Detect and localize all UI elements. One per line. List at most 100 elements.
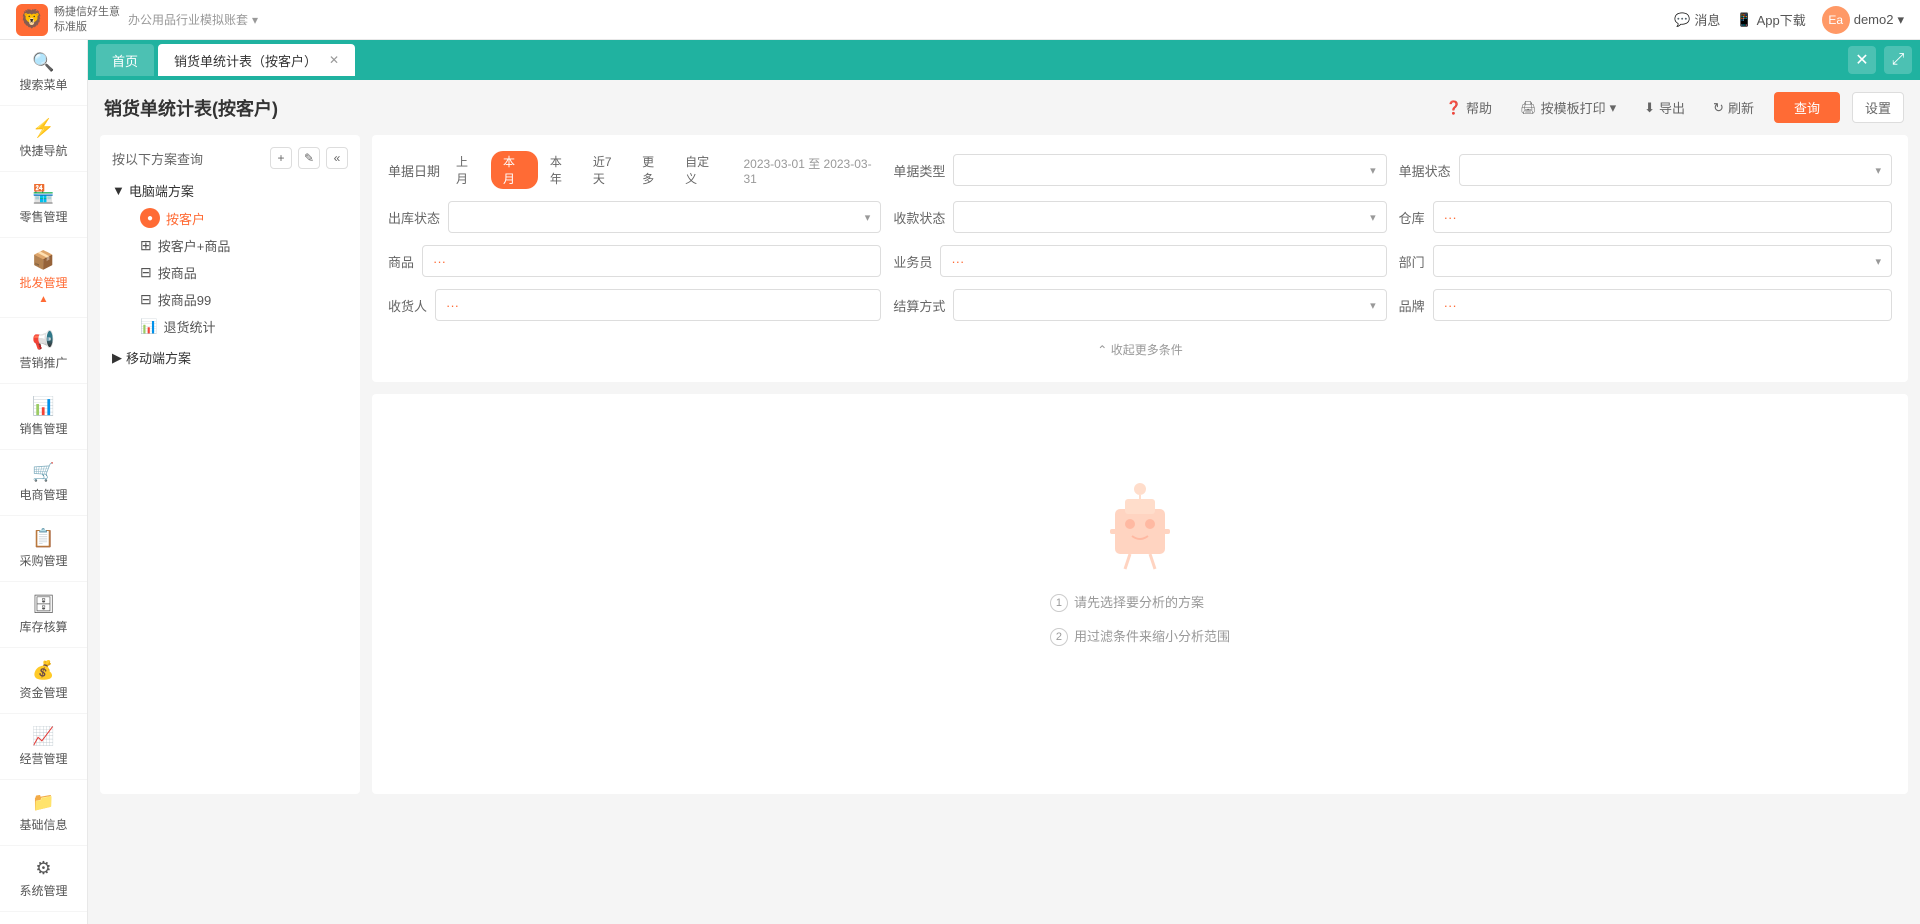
scheme-item-return-stat[interactable]: 📊 退货统计	[112, 313, 348, 340]
inventory-icon: 🗄	[4, 594, 83, 615]
sidebar-item-enterprise[interactable]: 🤝 企业协同	[0, 912, 87, 924]
sidebar-item-ecommerce[interactable]: 🛒 电商管理	[0, 450, 87, 516]
sidebar-item-quick-nav[interactable]: ⚡ 快捷导航	[0, 106, 87, 172]
ecommerce-icon: 🛒	[4, 462, 83, 483]
avatar: Ea	[1822, 6, 1850, 34]
export-button[interactable]: ⬇ 导出	[1636, 94, 1693, 121]
sidebar-item-retail[interactable]: 🏪 零售管理	[0, 172, 87, 238]
sidebar-item-purchase[interactable]: 📋 采购管理	[0, 516, 87, 582]
out-status-chevron: ▾	[865, 211, 871, 224]
date-tab-this-year[interactable]: 本年	[542, 151, 581, 189]
date-tab-more[interactable]: 更多	[634, 151, 673, 189]
user-menu[interactable]: Ea demo2 ▾	[1822, 6, 1904, 34]
tab-close-button[interactable]: ✕	[329, 53, 339, 67]
filter-out-status-cell: 出库状态 ▾	[388, 201, 881, 233]
date-tabs: 上月 本月 本年 近7天 更多 自定义	[448, 151, 727, 189]
sidebar-item-operation[interactable]: 📈 经营管理	[0, 714, 87, 780]
message-icon: 💬	[1674, 12, 1690, 28]
collapse-row: ⌃ 收起更多条件	[388, 333, 1892, 366]
filter-warehouse-cell: 仓库 ···	[1399, 201, 1892, 233]
marketing-icon: 📢	[4, 330, 83, 351]
date-tab-7days[interactable]: 近7天	[585, 151, 630, 189]
page-actions: ❓ 帮助 🖨 按模板打印 ▾ ⬇ 导出 ↻	[1438, 92, 1904, 123]
tab-bar: 首页 销货单统计表（按客户） ✕ ✕ ⤢	[88, 40, 1920, 80]
date-tab-this-month[interactable]: 本月	[491, 151, 538, 189]
template-print-button[interactable]: 🖨 按模板打印 ▾	[1512, 94, 1624, 121]
order-status-label: 单据状态	[1399, 161, 1451, 180]
collapse-button[interactable]: ⌃ 收起更多条件	[1097, 343, 1182, 357]
help-icon: ❓	[1446, 100, 1462, 116]
order-type-label: 单据类型	[893, 161, 945, 180]
empty-illustration	[1090, 474, 1190, 574]
sidebar-item-system[interactable]: ⚙ 系统管理	[0, 846, 87, 912]
scheme-item-by-customer-goods[interactable]: ⊞ 按客户+商品	[112, 232, 348, 259]
sidebar: 🔍 搜索菜单 ⚡ 快捷导航 🏪 零售管理 📦 批发管理 ▲ 📢 营销推广 �	[0, 40, 88, 924]
filter-row-1: 单据日期 上月 本月 本年 近7天 更多 自定义	[388, 151, 1892, 189]
refresh-icon: ↻	[1713, 100, 1724, 116]
page-title: 销货单统计表(按客户)	[104, 95, 278, 121]
logo-text: 畅捷信好生意 标准版	[54, 5, 120, 34]
scheme-collapse-button[interactable]: «	[326, 147, 348, 169]
return-stat-icon: 📊	[140, 318, 157, 335]
filter-settlement-cell: 结算方式 ▾	[893, 289, 1386, 321]
tree-group-pc-title[interactable]: ▼ 电脑端方案	[112, 177, 348, 204]
sidebar-item-wholesale[interactable]: 📦 批发管理 ▲	[0, 238, 87, 318]
dept-select[interactable]: ▾	[1433, 245, 1892, 277]
out-status-select[interactable]: ▾	[448, 201, 881, 233]
scheme-item-by-goods[interactable]: ⊟ 按商品	[112, 259, 348, 286]
tab-home[interactable]: 首页	[96, 44, 154, 76]
order-status-select[interactable]: ▾	[1459, 154, 1892, 186]
consignee-select[interactable]: ···	[435, 289, 881, 321]
empty-state: 1 请先选择要分析的方案 2 用过滤条件来缩小分析范围	[372, 394, 1908, 730]
tab-sales-stat[interactable]: 销货单统计表（按客户） ✕	[158, 44, 355, 76]
payment-status-select[interactable]: ▾	[953, 201, 1386, 233]
refresh-button[interactable]: ↻ 刷新	[1705, 94, 1762, 121]
date-tab-last-month[interactable]: 上月	[448, 151, 487, 189]
sidebar-item-sales[interactable]: 📊 销售管理	[0, 384, 87, 450]
brand-select[interactable]: ···	[1433, 289, 1892, 321]
filter-order-status-cell: 单据状态 ▾	[1399, 154, 1892, 186]
salesperson-select[interactable]: ···	[940, 245, 1386, 277]
sidebar-item-marketing[interactable]: 📢 营销推广	[0, 318, 87, 384]
scheme-item-by-goods-99[interactable]: ⊟ 按商品99	[112, 286, 348, 313]
filter-payment-status-cell: 收款状态 ▾	[893, 201, 1386, 233]
tab-minimize-button[interactable]: ✕	[1848, 46, 1876, 74]
payment-status-chevron: ▾	[1370, 211, 1376, 224]
sidebar-item-search[interactable]: 🔍 搜索菜单	[0, 40, 87, 106]
tree-group-mobile-title[interactable]: ▶ 移动端方案	[112, 344, 348, 371]
date-tab-custom[interactable]: 自定义	[677, 151, 727, 189]
query-button[interactable]: 查询	[1774, 92, 1840, 123]
scheme-tree: ▼ 电脑端方案 ● 按客户 ⊞ 按客户+商品	[112, 177, 348, 371]
settlement-select[interactable]: ▾	[953, 289, 1386, 321]
print-icon: 🖨	[1520, 100, 1537, 116]
warehouse-label: 仓库	[1399, 208, 1425, 227]
scheme-edit-button[interactable]: ✎	[298, 147, 320, 169]
warehouse-select[interactable]: ···	[1433, 201, 1892, 233]
order-type-select[interactable]: ▾	[953, 154, 1386, 186]
scheme-item-by-customer[interactable]: ● 按客户	[112, 204, 348, 232]
goods-select[interactable]: ···	[422, 245, 881, 277]
date-range: 2023-03-01 至 2023-03-31	[743, 155, 881, 186]
top-bar: 🦁 畅捷信好生意 标准版 办公用品行业模拟账套 ▾ 💬 消息 📱 App下载	[0, 0, 1920, 40]
sidebar-item-finance[interactable]: 💰 资金管理	[0, 648, 87, 714]
help-button[interactable]: ❓ 帮助	[1438, 94, 1500, 121]
message-button[interactable]: 💬 消息	[1674, 10, 1720, 29]
order-type-chevron: ▾	[1370, 164, 1376, 177]
app-download-button[interactable]: 📱 App下载	[1736, 10, 1805, 29]
scheme-tools: + ✎ «	[270, 147, 348, 169]
tree-group-pc: ▼ 电脑端方案 ● 按客户 ⊞ 按客户+商品	[112, 177, 348, 340]
consignee-label: 收货人	[388, 296, 427, 315]
sidebar-item-inventory[interactable]: 🗄 库存核算	[0, 582, 87, 648]
payment-status-label: 收款状态	[893, 208, 945, 227]
logo-icon: 🦁	[16, 4, 48, 36]
page-content: 销货单统计表(按客户) ❓ 帮助 🖨 按模板打印 ▾ ⬇	[88, 80, 1920, 924]
active-scheme-badge: ●	[140, 208, 160, 228]
scheme-add-button[interactable]: +	[270, 147, 292, 169]
settings-button[interactable]: 设置	[1852, 92, 1904, 123]
tab-maximize-button[interactable]: ⤢	[1884, 46, 1912, 74]
dept-label: 部门	[1399, 252, 1425, 271]
scheme-header: 按以下方案查询 + ✎ «	[112, 147, 348, 169]
result-area: 1 请先选择要分析的方案 2 用过滤条件来缩小分析范围	[372, 394, 1908, 794]
settlement-chevron: ▾	[1370, 299, 1376, 312]
sidebar-item-base[interactable]: 📁 基础信息	[0, 780, 87, 846]
